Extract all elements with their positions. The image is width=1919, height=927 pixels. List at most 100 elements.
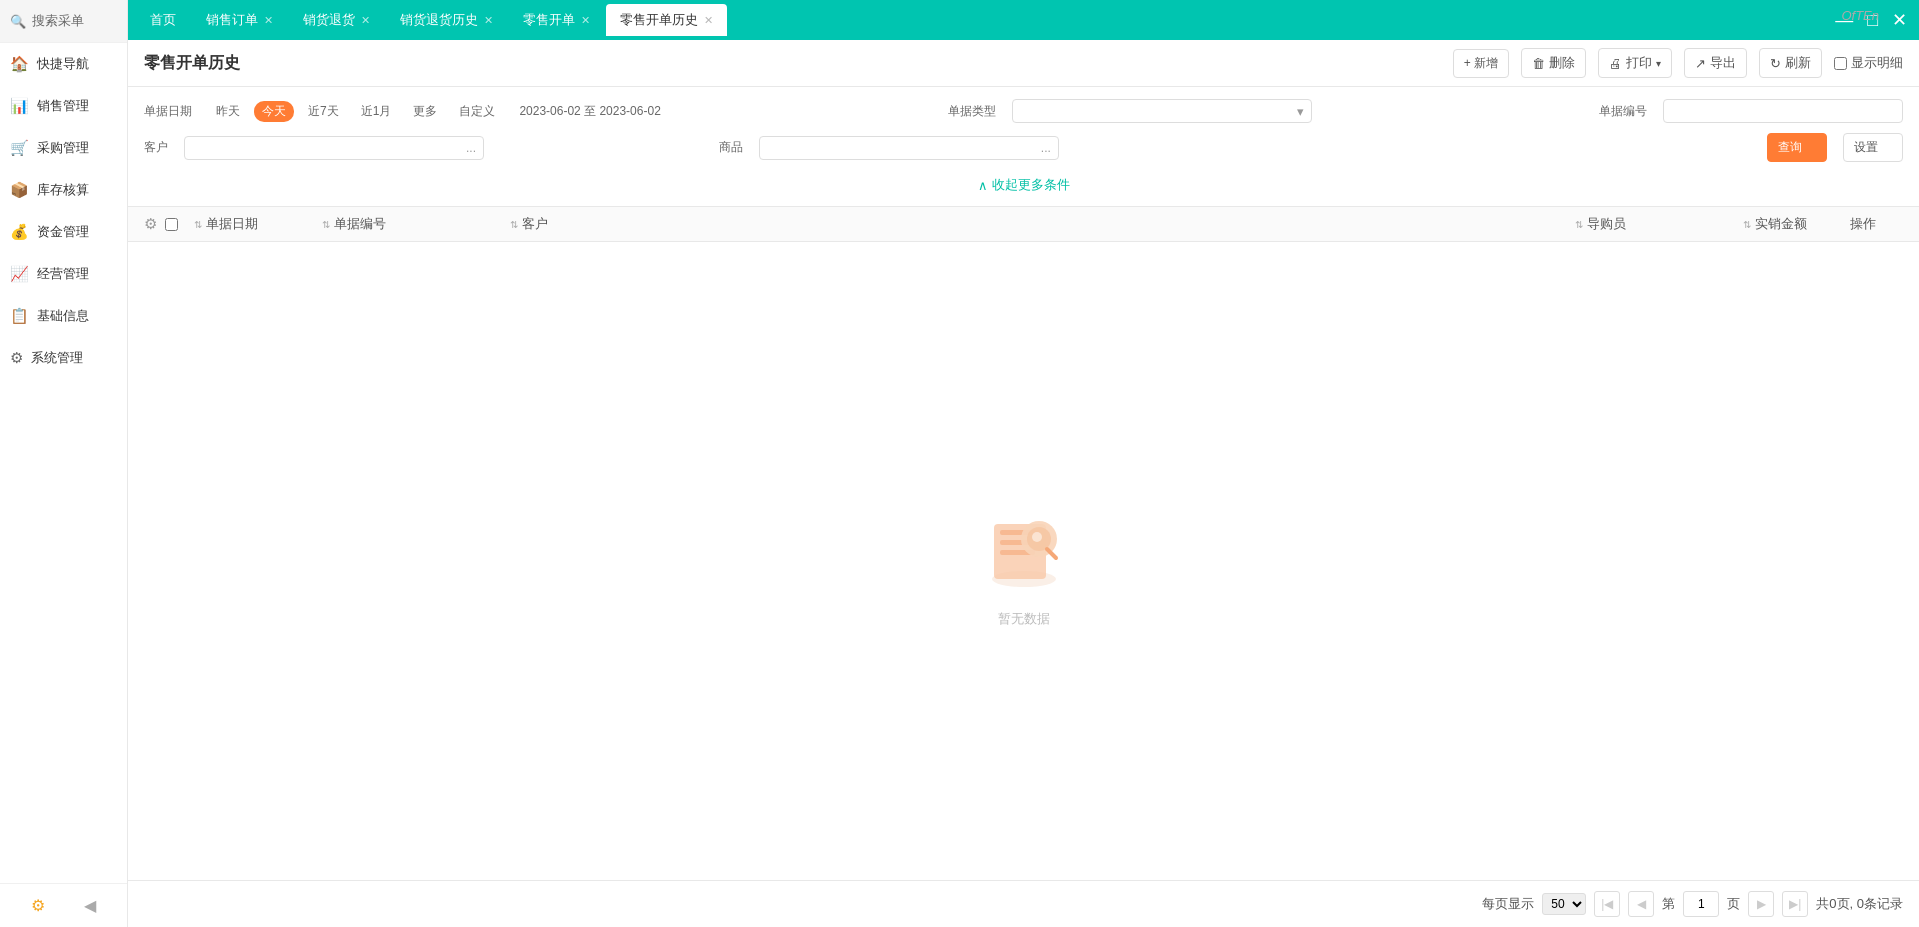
page-prev-btn[interactable]: ◀ <box>1628 891 1654 917</box>
close-tab-sales-return[interactable]: ✕ <box>361 14 370 27</box>
page-last-btn[interactable]: ▶| <box>1782 891 1808 917</box>
export-icon: ↗ <box>1695 56 1706 71</box>
page-title: 零售开单历史 <box>144 53 1441 74</box>
tab-retail-open[interactable]: 零售开单 ✕ <box>509 4 604 36</box>
toolbar: 零售开单历史 + 新增 🗑 删除 🖨 打印 ▾ ↗ 导出 ↻ 刷新 显示明细 <box>128 40 1919 87</box>
filter-area: 单据日期 昨天 今天 近7天 近1月 更多 自定义 2023-06-02 至 2… <box>128 87 1919 207</box>
delete-button[interactable]: 🗑 删除 <box>1521 48 1586 78</box>
sidebar-item-basic-info[interactable]: 📋 基础信息 <box>0 295 127 337</box>
main-area: 首页 销售订单 ✕ 销货退货 ✕ 销货退货历史 ✕ 零售开单 ✕ 零售开单历史 … <box>128 0 1919 927</box>
close-btn[interactable]: ✕ <box>1888 5 1911 35</box>
settings-bottom-icon[interactable]: ⚙ <box>31 896 45 915</box>
sidebar-item-label: 经营管理 <box>37 265 89 283</box>
date-range-display: 2023-06-02 至 2023-06-02 <box>519 103 660 120</box>
sidebar-item-label: 资金管理 <box>37 223 89 241</box>
customer-input-dots[interactable]: ... <box>466 141 476 155</box>
date-yesterday[interactable]: 昨天 <box>208 101 248 122</box>
per-page-select[interactable]: 50 <box>1542 893 1586 915</box>
table-settings-icon[interactable]: ⚙ <box>144 215 157 233</box>
sidebar-item-label: 库存核算 <box>37 181 89 199</box>
purchase-icon: 🛒 <box>10 139 29 157</box>
sidebar-item-sys-mgmt[interactable]: ⚙ 系统管理 <box>0 337 127 379</box>
th-date: ⇅ 单据日期 <box>186 215 306 233</box>
sort-icon-customer[interactable]: ⇅ <box>510 219 518 230</box>
tab-sales-return[interactable]: 销货退货 ✕ <box>289 4 384 36</box>
collapse-bar[interactable]: ∧ 收起更多条件 <box>144 172 1903 198</box>
display-detail-toggle[interactable]: 显示明细 <box>1834 54 1903 72</box>
sys-mgmt-icon: ⚙ <box>10 349 23 367</box>
th-number: ⇅ 单据编号 <box>314 215 494 233</box>
doc-type-label: 单据类型 <box>948 103 996 120</box>
sidebar-item-label: 快捷导航 <box>37 55 89 73</box>
inventory-icon: 📦 <box>10 181 29 199</box>
date-last7[interactable]: 近7天 <box>300 101 347 122</box>
sidebar-item-sales-mgmt[interactable]: 📊 销售管理 <box>0 85 127 127</box>
svg-point-8 <box>1032 532 1042 542</box>
date-today[interactable]: 今天 <box>254 101 294 122</box>
close-tab-sales-return-history[interactable]: ✕ <box>484 14 493 27</box>
delete-icon: 🗑 <box>1532 56 1545 71</box>
date-custom[interactable]: 自定义 <box>451 101 503 122</box>
often-tag: OfTEn <box>1841 8 1879 23</box>
filter-row-2: 客户 ... 商品 ... 查询 设置 <box>144 133 1903 162</box>
sidebar-search-label: 搜索采单 <box>32 12 84 30</box>
sidebar-item-label: 销售管理 <box>37 97 89 115</box>
doc-num-input[interactable] <box>1663 99 1903 123</box>
pagination: 每页显示 50 |◀ ◀ 第 页 ▶ ▶| 共0页, 0条记录 <box>128 880 1919 927</box>
goods-input-dots[interactable]: ... <box>1041 141 1051 155</box>
tab-retail-open-history[interactable]: 零售开单历史 ✕ <box>606 4 727 36</box>
table-select-all-checkbox[interactable] <box>165 218 178 231</box>
sidebar-bottom: ⚙ ◀ <box>0 883 127 927</box>
th-customer: ⇅ 客户 <box>502 215 1559 233</box>
goods-input-wrap: ... <box>759 136 1059 160</box>
filter-row-1: 单据日期 昨天 今天 近7天 近1月 更多 自定义 2023-06-02 至 2… <box>144 99 1903 123</box>
sidebar-item-quick-nav[interactable]: 🏠 快捷导航 <box>0 43 127 85</box>
sidebar-item-label: 系统管理 <box>31 349 83 367</box>
sort-icon-amount[interactable]: ⇅ <box>1743 219 1751 230</box>
close-tab-retail-open[interactable]: ✕ <box>581 14 590 27</box>
search-icon: 🔍 <box>10 14 26 29</box>
refresh-icon: ↻ <box>1770 56 1781 71</box>
per-page-label: 每页显示 <box>1482 895 1534 913</box>
doc-type-select[interactable] <box>1012 99 1312 123</box>
date-last-month[interactable]: 近1月 <box>353 101 400 122</box>
export-button[interactable]: ↗ 导出 <box>1684 48 1747 78</box>
customer-filter-label: 客户 <box>144 139 168 156</box>
display-detail-checkbox[interactable] <box>1834 57 1847 70</box>
content-area: ⚙ ⇅ 单据日期 ⇅ 单据编号 ⇅ 客户 ⇅ 导购员 ⇅ 实销金额 <box>128 207 1919 927</box>
goods-input[interactable] <box>759 136 1059 160</box>
collapse-sidebar-icon[interactable]: ◀ <box>84 896 96 915</box>
date-more[interactable]: 更多 <box>405 101 445 122</box>
settings-query-button[interactable]: 设置 <box>1843 133 1903 162</box>
tab-home[interactable]: 首页 <box>136 4 190 36</box>
th-salesperson: ⇅ 导购员 <box>1567 215 1687 233</box>
sidebar-item-label: 基础信息 <box>37 307 89 325</box>
print-button[interactable]: 🖨 打印 ▾ <box>1598 48 1672 78</box>
sidebar-item-operations[interactable]: 📈 经营管理 <box>0 253 127 295</box>
sort-icon-number[interactable]: ⇅ <box>322 219 330 230</box>
goods-filter-label: 商品 <box>719 139 743 156</box>
date-options: 昨天 今天 近7天 近1月 更多 自定义 <box>208 101 503 122</box>
sort-icon-salesperson[interactable]: ⇅ <box>1575 219 1583 230</box>
sidebar-search[interactable]: 🔍 搜索采单 <box>0 0 127 43</box>
doc-type-select-wrap <box>1012 99 1312 123</box>
sales-icon: 📊 <box>10 97 29 115</box>
page-next-btn[interactable]: ▶ <box>1748 891 1774 917</box>
close-tab-sales-order[interactable]: ✕ <box>264 14 273 27</box>
sidebar-item-finance[interactable]: 💰 资金管理 <box>0 211 127 253</box>
refresh-button[interactable]: ↻ 刷新 <box>1759 48 1822 78</box>
th-amount: ⇅ 实销金额 <box>1695 215 1815 233</box>
sidebar-item-purchase-mgmt[interactable]: 🛒 采购管理 <box>0 127 127 169</box>
page-number-input[interactable] <box>1683 891 1719 917</box>
print-chevron-icon: ▾ <box>1656 58 1661 69</box>
add-button[interactable]: + 新增 <box>1453 49 1509 78</box>
customer-input[interactable] <box>184 136 484 160</box>
search-button[interactable]: 查询 <box>1767 133 1827 162</box>
close-tab-retail-open-history[interactable]: ✕ <box>704 14 713 27</box>
page-first-btn[interactable]: |◀ <box>1594 891 1620 917</box>
tab-sales-return-history[interactable]: 销货退货历史 ✕ <box>386 4 507 36</box>
sidebar-item-inventory[interactable]: 📦 库存核算 <box>0 169 127 211</box>
tab-sales-order[interactable]: 销售订单 ✕ <box>192 4 287 36</box>
sort-icon-date[interactable]: ⇅ <box>194 219 202 230</box>
date-filter-label: 单据日期 <box>144 103 192 120</box>
